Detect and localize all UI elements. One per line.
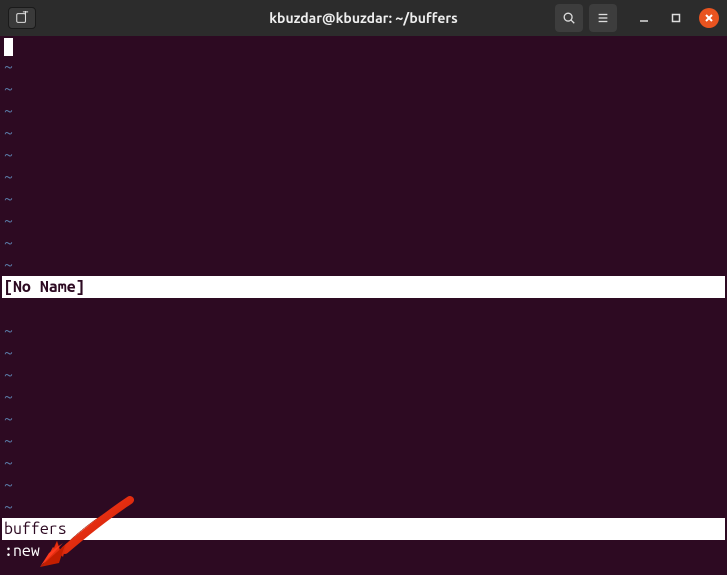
empty-line-tilde: ~ <box>4 452 723 474</box>
window-titlebar: kbuzdar@kbuzdar: ~/buffers <box>0 0 727 36</box>
close-icon <box>704 13 714 23</box>
minimize-icon <box>638 12 650 24</box>
empty-line-tilde: ~ <box>4 254 723 276</box>
text-cursor <box>4 38 13 56</box>
empty-line-tilde: ~ <box>4 144 723 166</box>
empty-line-tilde: ~ <box>4 364 723 386</box>
cursor-line <box>4 38 723 56</box>
window-title: kbuzdar@kbuzdar: ~/buffers <box>269 10 458 26</box>
empty-line-tilde: ~ <box>4 408 723 430</box>
empty-line-tilde: ~ <box>4 210 723 232</box>
empty-buffer-line <box>4 298 723 320</box>
empty-line-tilde: ~ <box>4 188 723 210</box>
search-icon <box>562 11 576 25</box>
empty-line-tilde: ~ <box>4 78 723 100</box>
empty-line-tilde: ~ <box>4 166 723 188</box>
empty-line-tilde: ~ <box>4 474 723 496</box>
empty-line-tilde: ~ <box>4 56 723 78</box>
empty-line-tilde: ~ <box>4 320 723 342</box>
empty-line-tilde: ~ <box>4 496 723 518</box>
hamburger-icon <box>596 11 610 25</box>
maximize-icon <box>670 12 682 24</box>
hamburger-menu-button[interactable] <box>589 4 617 32</box>
new-tab-button[interactable] <box>8 7 36 29</box>
empty-line-tilde: ~ <box>4 342 723 364</box>
close-button[interactable] <box>699 8 719 28</box>
lower-pane-status-bar: buffers <box>2 518 725 540</box>
upper-pane-status-bar: [No Name] <box>2 276 725 298</box>
terminal-content[interactable]: ~ ~ ~ ~ ~ ~ ~ ~ ~ ~ [No Name] ~ ~ ~ ~ ~ … <box>0 36 727 564</box>
new-tab-icon <box>15 11 29 25</box>
empty-line-tilde: ~ <box>4 232 723 254</box>
vim-command-line[interactable]: :new <box>4 540 723 562</box>
empty-line-tilde: ~ <box>4 100 723 122</box>
empty-line-tilde: ~ <box>4 386 723 408</box>
maximize-button[interactable] <box>667 9 685 27</box>
search-button[interactable] <box>555 4 583 32</box>
empty-line-tilde: ~ <box>4 430 723 452</box>
minimize-button[interactable] <box>635 9 653 27</box>
empty-line-tilde: ~ <box>4 122 723 144</box>
